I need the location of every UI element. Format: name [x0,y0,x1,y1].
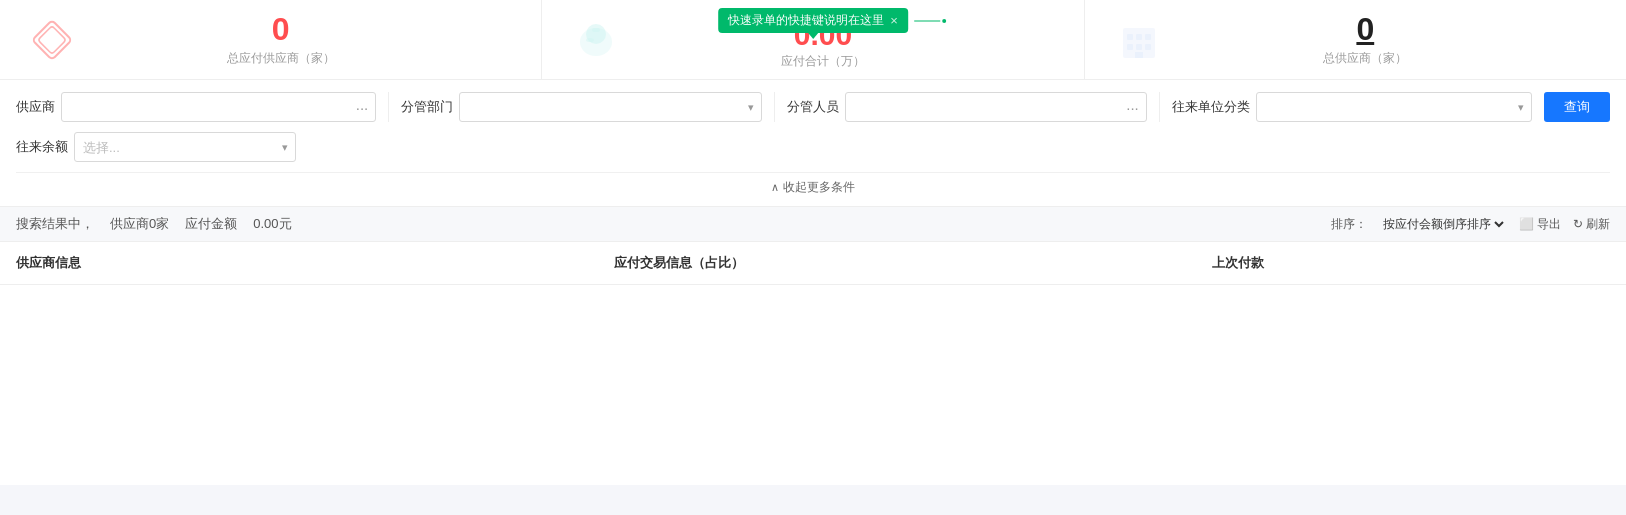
svg-rect-8 [1136,34,1142,40]
tooltip-text: 快速录单的快捷键说明在这里 [728,12,884,29]
person-dots-icon[interactable]: ··· [1126,99,1139,116]
divider-1 [388,92,389,122]
summary-item-total-suppliers: 0 总供应商（家） [1085,0,1626,79]
filter-row-2: 往来余额 ▾ [16,132,1610,162]
col-lastpay-header: 上次付款 [1212,254,1611,272]
table-header: 供应商信息 应付交易信息（占比） 上次付款 [0,242,1626,285]
export-label: 导出 [1537,216,1561,233]
summary-item-payable-suppliers: 0 总应付供应商（家） [0,0,542,79]
amount-value: 0.00元 [253,215,291,233]
table-body [0,285,1626,485]
unit-category-input[interactable] [1256,92,1532,122]
refresh-label: 刷新 [1586,216,1610,233]
export-icon: ⬜ [1519,217,1534,231]
refresh-button[interactable]: ↻ 刷新 [1573,216,1610,233]
balance-input-wrap: ▾ [74,132,296,162]
col-supplier-header: 供应商信息 [16,254,614,272]
divider-3 [1159,92,1160,122]
supplier-dots-icon[interactable]: ··· [356,99,369,116]
query-button[interactable]: 查询 [1544,92,1610,122]
svg-rect-10 [1127,44,1133,50]
payable-suppliers-number: 0 [272,12,290,47]
divider-2 [774,92,775,122]
filter-bar: 供应商 ··· 分管部门 ▾ 分管人员 ··· [0,80,1626,207]
supplier-input[interactable] [61,92,376,122]
result-bar: 搜索结果中， 供应商0家 应付金额 0.00元 排序： 按应付会额倒序排序 ⬜ … [0,207,1626,242]
quick-entry-tooltip: 快速录单的快捷键说明在这里 × [718,8,908,33]
total-suppliers-number: 0 [1356,12,1374,47]
svg-rect-9 [1145,34,1151,40]
department-input[interactable] [459,92,761,122]
filter-person: 分管人员 ··· [787,92,1147,122]
chevron-up-icon: ∧ [771,181,779,194]
result-bar-left: 搜索结果中， 供应商0家 应付金额 0.00元 [16,215,292,233]
filter-row-1: 供应商 ··· 分管部门 ▾ 分管人员 ··· [16,92,1610,122]
person-label: 分管人员 [787,98,839,116]
filter-supplier: 供应商 ··· [16,92,376,122]
svg-rect-12 [1145,44,1151,50]
person-input-wrap: ··· [845,92,1147,122]
total-suppliers-label: 总供应商（家） [1323,50,1407,67]
unit-category-input-wrap: ▾ [1256,92,1532,122]
department-label: 分管部门 [401,98,453,116]
collapse-button[interactable]: ∧ 收起更多条件 [16,172,1610,206]
svg-rect-11 [1136,44,1142,50]
unit-category-chevron-icon[interactable]: ▾ [1518,101,1524,114]
sort-label: 排序： [1331,216,1367,233]
unit-category-label: 往来单位分类 [1172,98,1250,116]
svg-rect-7 [1127,34,1133,40]
export-button[interactable]: ⬜ 导出 [1519,216,1561,233]
diamond-icon [30,18,74,62]
supplier-count-text: 供应商0家 [110,215,169,233]
balance-input[interactable] [74,132,296,162]
department-chevron-icon[interactable]: ▾ [748,101,754,114]
payable-suppliers-label: 总应付供应商（家） [227,50,335,67]
filter-balance: 往来余额 ▾ [16,132,296,162]
filter-unit-category: 往来单位分类 ▾ [1172,92,1532,122]
svg-rect-5 [592,28,600,32]
balance-label: 往来余额 [16,138,68,156]
tooltip-close-icon[interactable]: × [890,13,898,28]
svg-rect-13 [1135,52,1143,58]
summary-bar: 0 总应付供应商（家） 快速录单的快捷键说明在这里 × 0.00 应付合计（万） [0,0,1626,80]
department-input-wrap: ▾ [459,92,761,122]
col-transaction-header: 应付交易信息（占比） [614,254,1212,272]
payable-total-label: 应付合计（万） [781,53,865,70]
person-input[interactable] [845,92,1147,122]
supplier-input-wrap: ··· [61,92,376,122]
sort-select[interactable]: 按应付会额倒序排序 [1379,216,1507,232]
collapse-label: 收起更多条件 [783,179,855,196]
search-result-text: 搜索结果中， [16,215,94,233]
filter-department: 分管部门 ▾ [401,92,761,122]
refresh-icon: ↻ [1573,217,1583,231]
summary-item-payable-total: 快速录单的快捷键说明在这里 × 0.00 应付合计（万） [542,0,1084,79]
amount-label: 应付金额 [185,215,237,233]
result-bar-right: 排序： 按应付会额倒序排序 ⬜ 导出 ↻ 刷新 [1331,216,1610,233]
balance-chevron-icon[interactable]: ▾ [282,141,288,154]
building-icon [1115,20,1163,60]
supplier-label: 供应商 [16,98,55,116]
piggy-icon [572,16,620,64]
svg-point-4 [586,38,594,42]
